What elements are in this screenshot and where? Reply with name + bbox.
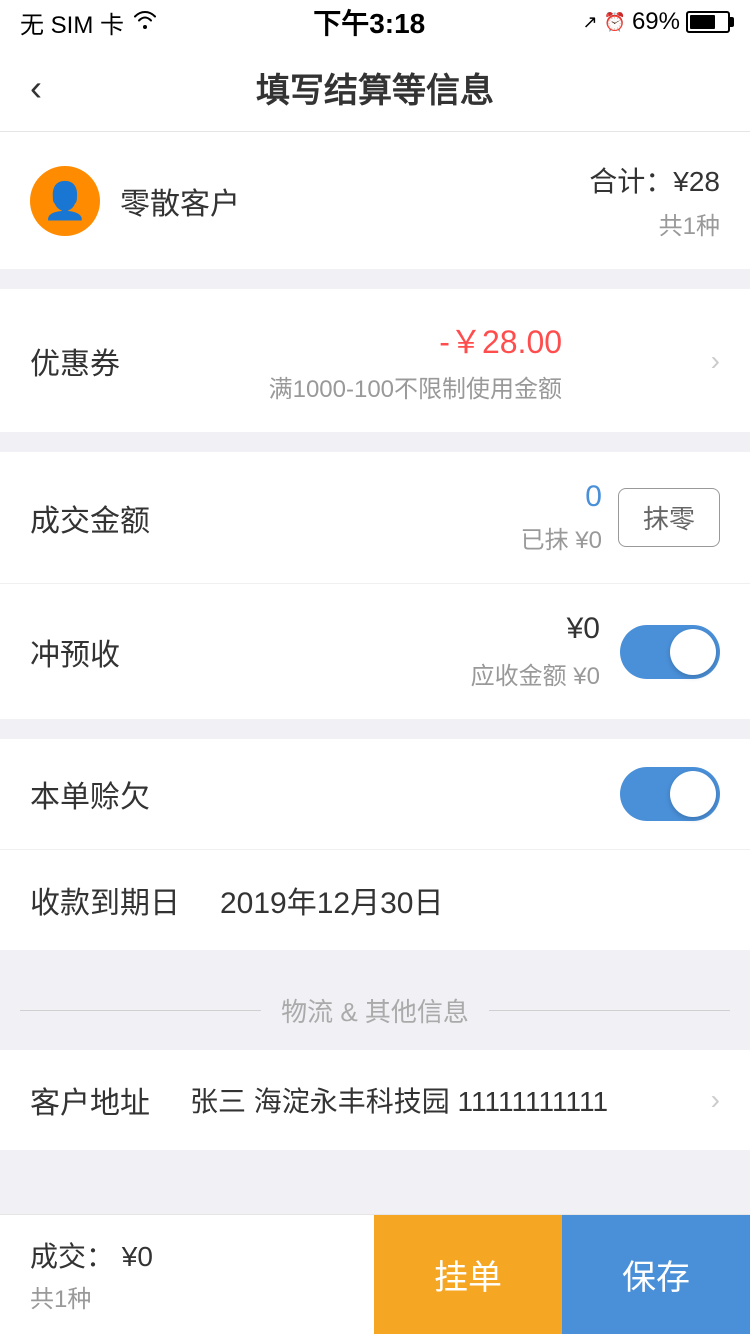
status-time: 下午3:18 — [313, 2, 425, 42]
prepay-toggle[interactable] — [620, 625, 720, 679]
save-button[interactable]: 保存 — [562, 1215, 750, 1334]
status-bar: 无 SIM 卡 下午3:18 ↗ ⏰ 69% — [0, 0, 750, 44]
total-count: 共1种 — [589, 206, 720, 241]
carrier-text: 无 SIM 卡 — [20, 5, 124, 40]
duedate-value: 2019年12月30日 — [220, 878, 443, 922]
deal-section: 成交金额 0 已抹 ¥0 抹零 冲预收 ¥0 应收金额 ¥0 — [0, 452, 750, 719]
hold-button[interactable]: 挂单 — [374, 1215, 562, 1334]
deal-amount-sub: 已抹 ¥0 — [521, 520, 602, 555]
deal-amount-right: 0 已抹 ¥0 抹零 — [521, 480, 720, 555]
page-title: 填写结算等信息 — [256, 63, 494, 112]
customer-name: 零散客户 — [120, 179, 240, 223]
debit-row: 本单赊欠 — [0, 739, 750, 850]
avatar: 👤 — [30, 166, 100, 236]
divider-line-right — [489, 1010, 730, 1011]
coupon-section: 优惠券 -￥28.00 满1000-100不限制使用金额 › — [0, 289, 750, 432]
duedate-label: 收款到期日 — [30, 878, 180, 922]
coupon-chevron-icon: › — [711, 345, 720, 377]
address-row[interactable]: 客户地址 张三 海淀永丰科技园 11111111111 › — [0, 1050, 750, 1150]
address-section: 客户地址 张三 海淀永丰科技园 11111111111 › — [0, 1050, 750, 1150]
debit-toggle-knob — [670, 771, 716, 817]
status-left: 无 SIM 卡 — [20, 5, 156, 40]
avatar-icon: 👤 — [43, 180, 88, 222]
logistics-label: 物流 & 其他信息 — [281, 992, 469, 1029]
address-label: 客户地址 — [30, 1078, 150, 1122]
prepay-right: ¥0 应收金额 ¥0 — [471, 612, 600, 691]
divider-line-left — [20, 1010, 261, 1011]
total-amount: 合计：¥28 — [589, 160, 720, 200]
bottom-deal-amount: ¥0 — [122, 1241, 153, 1272]
round-zero-button[interactable]: 抹零 — [618, 488, 720, 547]
bottom-count: 共1种 — [30, 1279, 344, 1314]
wifi-icon — [134, 8, 156, 36]
battery-percent: 69% — [632, 8, 680, 36]
prepay-row: 冲预收 ¥0 应收金额 ¥0 — [0, 584, 750, 719]
bottom-deal-label: 成交： — [30, 1241, 114, 1272]
status-right: ↗ ⏰ 69% — [582, 8, 730, 36]
battery-icon — [686, 11, 730, 33]
address-chevron-icon: › — [711, 1084, 720, 1116]
deal-amount-row: 成交金额 0 已抹 ¥0 抹零 — [0, 452, 750, 584]
debit-section: 本单赊欠 收款到期日 2019年12月30日 — [0, 739, 750, 950]
coupon-amount: -￥28.00 — [269, 317, 562, 363]
prepay-toggle-knob — [670, 629, 716, 675]
customer-row: 👤 零散客户 合计：¥28 共1种 — [0, 132, 750, 269]
address-value: 张三 海淀永丰科技园 11111111111 — [190, 1080, 711, 1120]
deal-amount-label: 成交金额 — [30, 496, 150, 540]
bottom-bar: 成交： ¥0 共1种 挂单 保存 — [0, 1214, 750, 1334]
prepay-value: ¥0 — [567, 612, 600, 646]
main-content: 👤 零散客户 合计：¥28 共1种 优惠券 -￥28.00 满1000-100不… — [0, 132, 750, 1290]
coupon-row[interactable]: 优惠券 -￥28.00 满1000-100不限制使用金额 › — [0, 289, 750, 432]
customer-left: 👤 零散客户 — [30, 166, 240, 236]
coupon-label: 优惠券 — [30, 339, 120, 383]
coupon-desc: 满1000-100不限制使用金额 — [269, 369, 562, 404]
customer-right: 合计：¥28 共1种 — [589, 160, 720, 241]
coupon-right: -￥28.00 满1000-100不限制使用金额 — [269, 317, 562, 404]
bottom-info: 成交： ¥0 共1种 — [0, 1235, 374, 1314]
back-button[interactable]: ‹ — [30, 67, 42, 109]
deal-amount-value: 0 — [585, 480, 602, 513]
alarm-icon: ⏰ — [604, 12, 626, 33]
debit-toggle[interactable] — [620, 767, 720, 821]
duedate-row: 收款到期日 2019年12月30日 — [0, 850, 750, 950]
prepay-sub: 应收金额 ¥0 — [471, 656, 600, 691]
prepay-label: 冲预收 — [30, 630, 120, 674]
debit-label: 本单赊欠 — [30, 772, 150, 816]
nav-bar: ‹ 填写结算等信息 — [0, 44, 750, 132]
location-icon: ↗ — [582, 12, 597, 33]
logistics-divider: 物流 & 其他信息 — [0, 970, 750, 1050]
bottom-deal-row: 成交： ¥0 — [30, 1235, 344, 1275]
